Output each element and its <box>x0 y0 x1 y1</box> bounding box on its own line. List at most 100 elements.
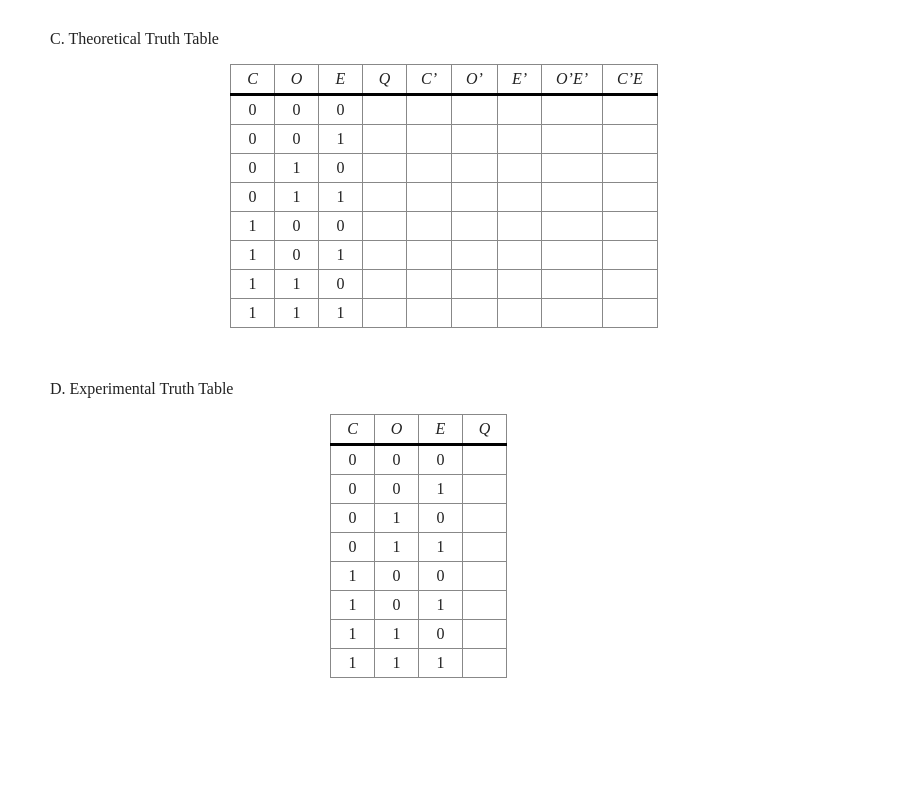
table-row: 110 <box>331 620 507 649</box>
theoretical-table-container: COEQC’O’E’O’E’C’E 0000010100111001011101… <box>230 64 658 328</box>
table-cell: 0 <box>319 154 363 183</box>
table-cell <box>542 183 603 212</box>
table-cell <box>542 241 603 270</box>
table-cell: 1 <box>419 533 463 562</box>
experimental-table-container: COEQ 000001010011100101110111 <box>330 414 507 678</box>
table-cell: 0 <box>331 475 375 504</box>
table-cell: 1 <box>275 270 319 299</box>
table-cell: 0 <box>375 562 419 591</box>
table-cell: 0 <box>231 183 275 212</box>
table-cell <box>407 270 452 299</box>
table-cell: 0 <box>319 95 363 125</box>
table-cell <box>452 270 498 299</box>
table-cell <box>363 183 407 212</box>
table-cell <box>452 299 498 328</box>
table-cell: 1 <box>231 299 275 328</box>
table-cell: 1 <box>375 504 419 533</box>
table-row: 101 <box>331 591 507 620</box>
table-row: 101 <box>231 241 658 270</box>
table-cell <box>602 299 657 328</box>
experimental-table-header: COEQ <box>331 415 507 445</box>
table-cell <box>602 183 657 212</box>
table-cell <box>542 125 603 154</box>
table-cell <box>463 533 507 562</box>
table-cell <box>407 95 452 125</box>
table-cell: 0 <box>275 241 319 270</box>
table-cell <box>602 212 657 241</box>
theoretical-table-header: COEQC’O’E’O’E’C’E <box>231 65 658 95</box>
table-cell: 0 <box>419 504 463 533</box>
experimental-col-header: C <box>331 415 375 445</box>
table-cell <box>602 95 657 125</box>
table-row: 111 <box>331 649 507 678</box>
table-cell: 0 <box>231 125 275 154</box>
table-cell: 1 <box>331 620 375 649</box>
table-cell: 0 <box>331 445 375 475</box>
table-cell: 1 <box>275 183 319 212</box>
table-cell: 1 <box>331 591 375 620</box>
theoretical-col-header: O’ <box>452 65 498 95</box>
table-row: 000 <box>331 445 507 475</box>
theoretical-col-header: O’E’ <box>542 65 603 95</box>
table-cell <box>497 95 541 125</box>
table-cell <box>542 299 603 328</box>
table-cell <box>363 212 407 241</box>
table-cell: 1 <box>231 241 275 270</box>
table-cell <box>463 591 507 620</box>
table-cell <box>463 620 507 649</box>
table-cell: 0 <box>375 445 419 475</box>
table-row: 011 <box>331 533 507 562</box>
table-cell <box>497 299 541 328</box>
table-cell: 0 <box>319 270 363 299</box>
table-cell <box>363 154 407 183</box>
experimental-col-header: E <box>419 415 463 445</box>
table-cell <box>497 154 541 183</box>
theoretical-col-header: Q <box>363 65 407 95</box>
table-cell <box>363 241 407 270</box>
table-cell <box>542 270 603 299</box>
table-row: 111 <box>231 299 658 328</box>
table-cell: 1 <box>419 591 463 620</box>
table-cell: 0 <box>275 95 319 125</box>
table-cell <box>497 212 541 241</box>
theoretical-col-header: E’ <box>497 65 541 95</box>
table-cell: 1 <box>319 125 363 154</box>
table-cell: 0 <box>419 620 463 649</box>
table-cell <box>497 241 541 270</box>
table-cell <box>363 299 407 328</box>
theoretical-col-header: C’E <box>602 65 657 95</box>
table-cell <box>602 154 657 183</box>
table-cell: 0 <box>275 212 319 241</box>
table-cell: 1 <box>375 533 419 562</box>
table-cell <box>463 649 507 678</box>
table-cell: 0 <box>375 591 419 620</box>
table-cell <box>452 183 498 212</box>
table-cell <box>407 212 452 241</box>
table-row: 001 <box>231 125 658 154</box>
section-d-label: D. Experimental Truth Table <box>50 380 853 398</box>
table-row: 100 <box>331 562 507 591</box>
table-cell: 0 <box>319 212 363 241</box>
table-cell <box>452 95 498 125</box>
table-cell <box>363 95 407 125</box>
table-cell: 0 <box>419 445 463 475</box>
table-row: 000 <box>231 95 658 125</box>
table-cell: 1 <box>319 183 363 212</box>
experimental-col-header: Q <box>463 415 507 445</box>
table-cell <box>363 125 407 154</box>
table-cell <box>497 183 541 212</box>
table-cell <box>602 241 657 270</box>
table-cell: 1 <box>419 649 463 678</box>
table-cell: 1 <box>275 299 319 328</box>
experimental-col-header: O <box>375 415 419 445</box>
table-cell: 1 <box>419 475 463 504</box>
table-cell <box>407 125 452 154</box>
theoretical-truth-table: COEQC’O’E’O’E’C’E 0000010100111001011101… <box>230 64 658 328</box>
table-cell: 1 <box>331 649 375 678</box>
table-cell <box>497 270 541 299</box>
table-cell <box>452 241 498 270</box>
table-cell <box>463 504 507 533</box>
table-cell: 1 <box>331 562 375 591</box>
table-cell <box>542 212 603 241</box>
table-cell: 0 <box>231 95 275 125</box>
